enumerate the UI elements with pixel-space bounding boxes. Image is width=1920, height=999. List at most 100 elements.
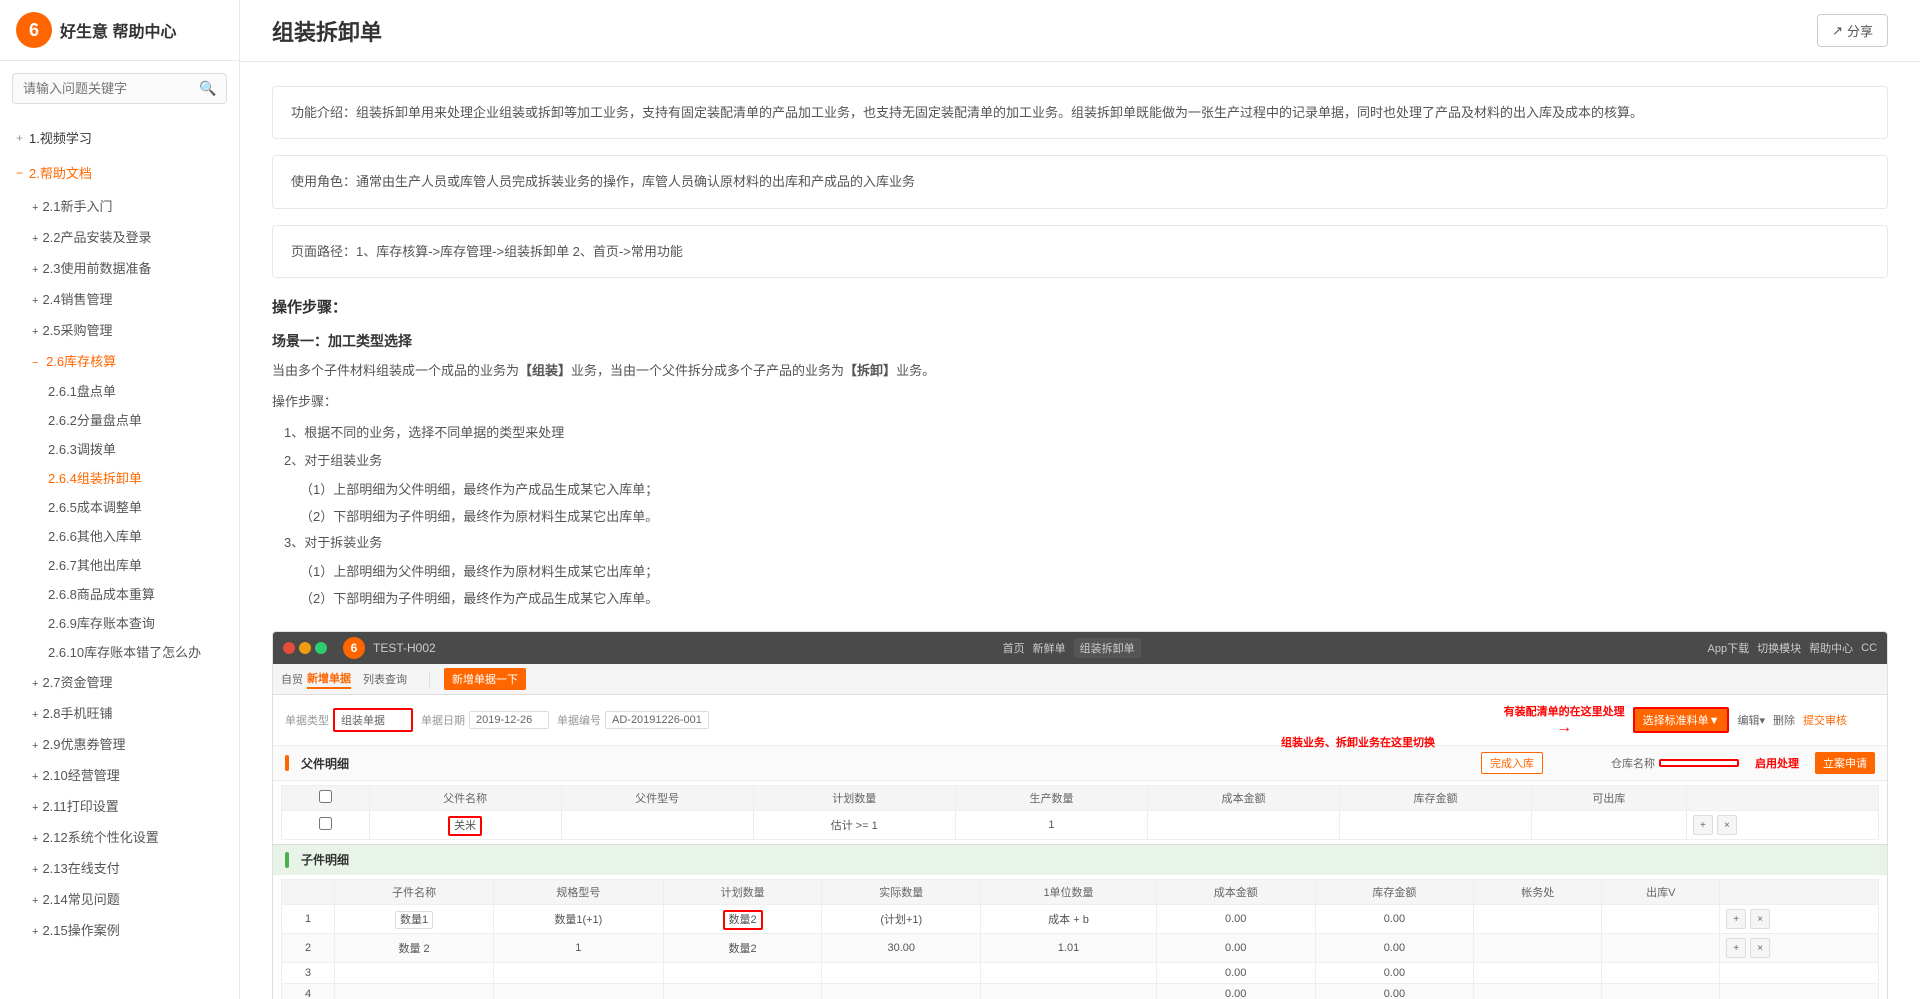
sidebar-item-newbie[interactable]: +2.1新手入门 — [0, 190, 239, 221]
sidebar-item-install[interactable]: +2.2产品安装及登录 — [0, 221, 239, 252]
minus-icon: − — [16, 166, 23, 180]
child-plan-1[interactable]: 数量2 — [723, 910, 763, 930]
info-block-role: 使用角色：通常由生产人员或库管人员完成拆装业务的操作，库管人员确认原材料的出库和… — [272, 155, 1888, 208]
window-min-icon — [299, 642, 311, 654]
sidebar-item-2.6.6[interactable]: 2.6.6其他入库单 — [0, 521, 239, 550]
sidebar-item-sales[interactable]: +2.4销售管理 — [0, 283, 239, 314]
delete-row-icon[interactable]: × — [1717, 815, 1737, 835]
plus-icon: + — [16, 131, 23, 145]
ss-logo: 6 — [343, 637, 365, 659]
annotation1-text: 有装配清单的在这里处理 — [1504, 703, 1625, 719]
ss-col-child-out: 出库V — [1602, 880, 1720, 905]
step-1: 1、根据不同的业务，选择不同单据的类型来处理 — [284, 421, 1888, 446]
nav-sub-docs: +2.1新手入门 +2.2产品安装及登录 +2.3使用前数据准备 +2.4销售管… — [0, 190, 239, 945]
ss-delete-btn: 删除 — [1773, 712, 1795, 728]
child-name-1[interactable]: 数量1 — [395, 911, 433, 929]
sidebar-item-2.6.10[interactable]: 2.6.10库存账本错了怎么办 — [0, 637, 239, 666]
ss-row-actions: + × — [1693, 815, 1872, 835]
add-child-2-icon[interactable]: + — [1726, 938, 1746, 958]
table-row: 1 数量1 数量1(+1) 数量2 (计划+1) 成本 + b 0.00 0.0… — [282, 905, 1879, 934]
ss-process-btn[interactable]: 完成入库 — [1481, 752, 1543, 774]
ss-warehouse-label: 仓库名称 — [1611, 755, 1655, 771]
search-input[interactable] — [23, 81, 199, 96]
sidebar-item-2.6.7[interactable]: 2.6.7其他出库单 — [0, 550, 239, 579]
sidebar-item-2.6.4[interactable]: 2.6.4组装拆卸单 — [0, 463, 239, 492]
ss-col-child-plan: 计划数量 — [663, 880, 822, 905]
ss-upper-table: 父件名称 父件型号 计划数量 生产数量 成本金额 库存金额 可出库 — [281, 785, 1879, 840]
orange-bar-icon — [285, 755, 289, 771]
ss-header-row: 单据类型 组装单据 单据日期 2019-12-26 单据编号 AD-201912… — [273, 695, 1887, 746]
annotation-assembly: 组装业务、拆卸业务在这里切换 — [1281, 734, 1435, 750]
sidebar-item-2.6.3[interactable]: 2.6.3调拨单 — [0, 434, 239, 463]
sidebar-item-coupon[interactable]: +2.9优惠券管理 — [0, 728, 239, 759]
sidebar-header: 6 好生意 帮助中心 — [0, 0, 239, 61]
sidebar-item-2.6.1[interactable]: 2.6.1盘点单 — [0, 376, 239, 405]
ss-lower-table: 子件名称 规格型号 计划数量 实际数量 1单位数量 成本金额 库存金额 帐务处 … — [281, 879, 1879, 999]
ss-col-child-model: 规格型号 — [493, 880, 663, 905]
sidebar-item-cases[interactable]: +2.15操作案例 — [0, 914, 239, 945]
ss-lower-table-wrapper: 无固定清单可以在这里重新录入 子件名称 规格型号 计划数量 实际数量 — [273, 875, 1887, 999]
del-child-2-icon[interactable]: × — [1750, 938, 1770, 958]
ss-apply-btn[interactable]: 立案申请 — [1815, 752, 1875, 774]
table-row: 关米 估计 >= 1 1 + — [282, 811, 1879, 840]
select-all-upper[interactable] — [319, 790, 332, 803]
main-area: 组装拆卸单 ↗ 分享 功能介绍：组装拆卸单用来处理企业组装或拆卸等加工业务，支持… — [240, 0, 1920, 999]
sidebar-item-2.6.9[interactable]: 2.6.9库存账本查询 — [0, 608, 239, 637]
step-3-2: （2）下部明细为子件明细，最终作为产成品生成某它入库单。 — [300, 587, 1888, 612]
ss-field-date-value: 2019-12-26 — [469, 711, 549, 729]
sidebar-item-payment[interactable]: +2.13在线支付 — [0, 852, 239, 883]
del-child-icon[interactable]: × — [1750, 909, 1770, 929]
sidebar-item-system[interactable]: +2.12系统个性化设置 — [0, 821, 239, 852]
ss-col-available: 可出库 — [1531, 786, 1686, 811]
ss-warehouse-input[interactable] — [1659, 759, 1739, 767]
add-row-icon[interactable]: + — [1693, 815, 1713, 835]
ss-col-child-cost: 成本金额 — [1156, 880, 1315, 905]
scenario-desc: 当由多个子件材料组装成一个成品的业务为【组装】业务，当由一个父件拆分成多个子产品… — [272, 359, 1888, 384]
window-close-icon — [283, 642, 295, 654]
search-box[interactable]: 🔍 — [12, 73, 227, 104]
ss-window-bar: 6 TEST-H002 首页 新鲜单 组装拆卸单 App下载 切换模块 帮助中心… — [273, 632, 1887, 664]
sidebar-item-faq[interactable]: +2.14常见问题 — [0, 883, 239, 914]
share-button[interactable]: ↗ 分享 — [1817, 14, 1888, 47]
nav-sub-inventory: 2.6.1盘点单 2.6.2分量盘点单 2.6.3调拨单 2.6.4组装拆卸单 … — [0, 376, 239, 666]
ss-col-child-actual: 实际数量 — [822, 880, 981, 905]
sidebar-item-videos[interactable]: + 1.视频学习 — [0, 120, 239, 155]
main-header: 组装拆卸单 ↗ 分享 — [240, 0, 1920, 62]
ss-col-child-stock: 库存金额 — [1315, 880, 1474, 905]
sidebar-item-data[interactable]: +2.3使用前数据准备 — [0, 252, 239, 283]
sidebar-item-2.6.5[interactable]: 2.6.5成本调整单 — [0, 492, 239, 521]
sidebar-item-docs[interactable]: − 2.帮助文档 — [0, 155, 239, 190]
ss-col-plan-qty: 计划数量 — [753, 786, 955, 811]
screenshot-inner: 6 TEST-H002 首页 新鲜单 组装拆卸单 App下载 切换模块 帮助中心… — [273, 632, 1887, 999]
sidebar-item-print[interactable]: +2.11打印设置 — [0, 790, 239, 821]
share-icon: ↗ — [1832, 23, 1843, 39]
sidebar-item-mobile[interactable]: +2.8手机旺铺 — [0, 697, 239, 728]
row-checkbox[interactable] — [319, 817, 332, 830]
ss-sub-child-title: 子件明细 — [301, 851, 349, 868]
steps-title: 操作步骤： — [272, 390, 1888, 415]
annotation-apply: 启用处理 — [1755, 755, 1799, 771]
sidebar-item-operation[interactable]: +2.10经营管理 — [0, 759, 239, 790]
info-block-path: 页面路径：1、库存核算->库存管理->组装拆卸单 2、首页->常用功能 — [272, 225, 1888, 278]
search-icon[interactable]: 🔍 — [199, 80, 216, 97]
ss-col-seq — [282, 880, 335, 905]
sidebar-item-2.6.8[interactable]: 2.6.8商品成本重算 — [0, 579, 239, 608]
main-content: 功能介绍：组装拆卸单用来处理企业组装或拆卸等加工业务，支持有固定装配清单的产品加… — [240, 62, 1920, 999]
ss-col-child-unit: 1单位数量 — [981, 880, 1157, 905]
ss-select-spec-btn[interactable]: 选择标准料单▼ — [1633, 707, 1730, 733]
sidebar-item-finance[interactable]: +2.7资金管理 — [0, 666, 239, 697]
table-row: 30.000.00 — [282, 963, 1879, 984]
step-2: 2、对于组装业务 — [284, 449, 1888, 474]
sidebar-item-purchase[interactable]: +2.5采购管理 — [0, 314, 239, 345]
sidebar-item-inventory[interactable]: − 2.6库存核算 — [0, 345, 239, 376]
logo-icon: 6 — [16, 12, 52, 48]
table-row: 40.000.00 — [282, 984, 1879, 999]
info-block-intro: 功能介绍：组装拆卸单用来处理企业组装或拆卸等加工业务，支持有固定装配清单的产品加… — [272, 86, 1888, 139]
add-child-icon[interactable]: + — [1726, 909, 1746, 929]
nav-group-videos: + 1.视频学习 — [0, 120, 239, 155]
screenshot-container: 6 TEST-H002 首页 新鲜单 组装拆卸单 App下载 切换模块 帮助中心… — [272, 631, 1888, 999]
ss-new-doc-btn[interactable]: 新增单据一下 — [444, 668, 526, 690]
ss-parent-name-input[interactable]: 关米 — [448, 816, 482, 836]
sidebar-item-2.6.2[interactable]: 2.6.2分量盘点单 — [0, 405, 239, 434]
ss-field-type: 单据类型 组装单据 — [285, 708, 413, 732]
